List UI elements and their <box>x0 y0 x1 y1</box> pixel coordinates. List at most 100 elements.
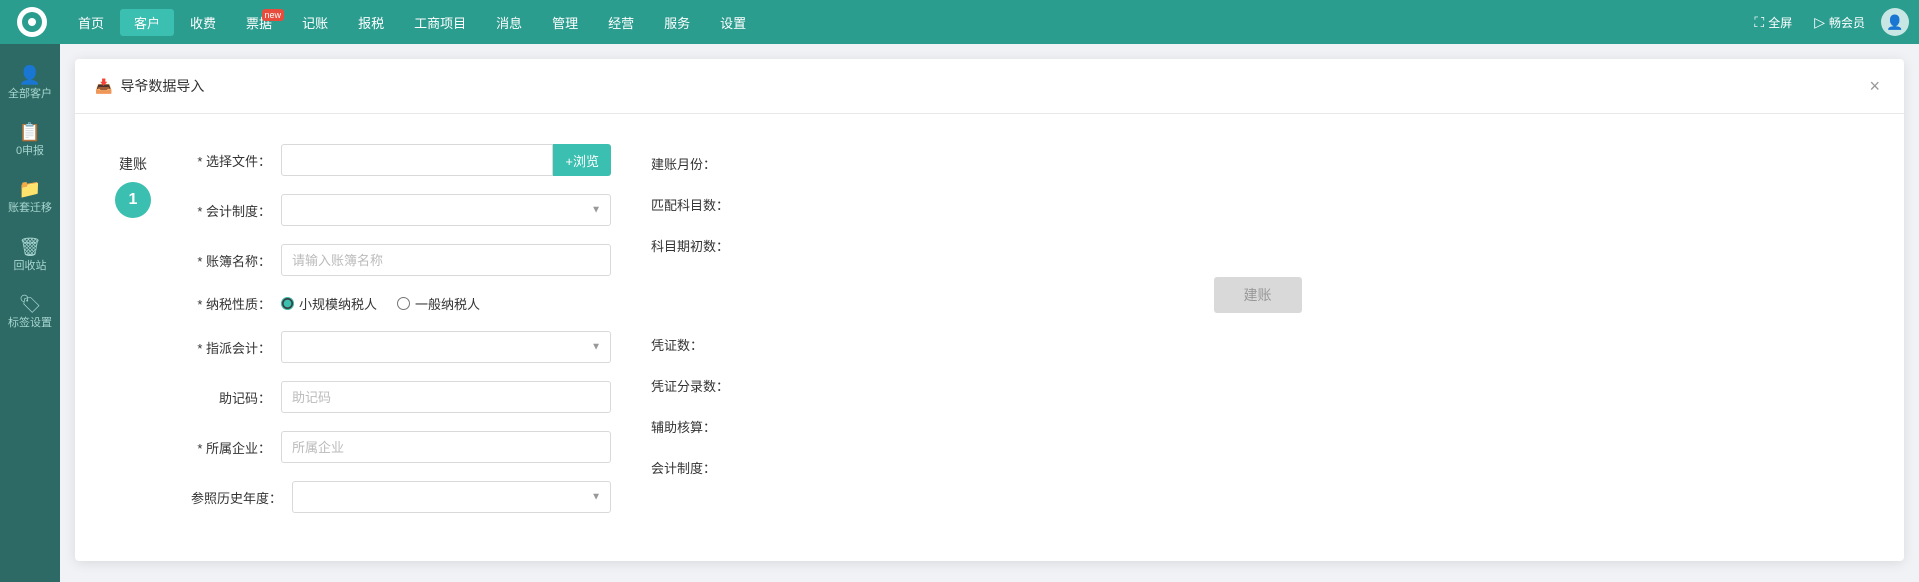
tax-nature-radio-group: 小规模纳税人 一般纳税人 <box>281 294 611 313</box>
step-circle: 1 <box>115 182 151 218</box>
ledger-name-row: * 账簿名称： <box>191 244 611 276</box>
step-label: 建账 <box>119 154 147 174</box>
memo-row: 助记码： <box>191 381 611 413</box>
recycle-bin-icon: 🗑 <box>19 238 42 256</box>
sidebar-label-all-clients: 全部客户 <box>8 88 52 101</box>
company-input[interactable] <box>281 431 611 463</box>
content-area: 📥 导爷数据导入 × 建账 1 * 选择文件： <box>60 44 1919 582</box>
accountant-row: * 指派会计： ▼ <box>191 331 611 363</box>
all-clients-icon: 👤 <box>19 66 41 84</box>
member-button[interactable]: ▷ 畅会员 <box>1808 10 1871 35</box>
info-accounting-system-row: 会计制度： <box>651 458 1864 477</box>
initial-subjects-label: 科目期初数： <box>651 236 741 255</box>
form-section: * 选择文件： +浏览 * 会计制度： ▼ <box>191 144 611 531</box>
account-migration-icon: 📁 <box>19 180 41 198</box>
nav-item-manage[interactable]: 管理 <box>538 9 592 36</box>
nav-item-home[interactable]: 首页 <box>64 9 118 36</box>
sidebar-item-account-migration[interactable]: 📁 账套迁移 <box>0 168 60 225</box>
tax-nature-label: * 纳税性质： <box>191 294 271 313</box>
build-month-label: 建账月份： <box>651 154 741 173</box>
nav-item-business[interactable]: 工商项目 <box>400 9 480 36</box>
history-year-label: 参照历史年度： <box>191 488 282 507</box>
dialog-close-button[interactable]: × <box>1865 73 1884 99</box>
history-year-row: 参照历史年度： ▼ <box>191 481 611 513</box>
file-label: * 选择文件： <box>191 151 271 170</box>
accountant-label: * 指派会计： <box>191 338 271 357</box>
ledger-name-input[interactable] <box>281 244 611 276</box>
sidebar-item-recycle-bin[interactable]: 🗑 回收站 <box>0 226 60 283</box>
accountant-select-wrapper: ▼ <box>281 331 611 363</box>
accounting-system-select-wrapper: ▼ <box>281 194 611 226</box>
company-label: * 所属企业： <box>191 438 271 457</box>
build-account-button[interactable]: 建账 <box>1214 277 1302 313</box>
general-taxpayer-label: 一般纳税人 <box>415 294 480 313</box>
nav-item-operation[interactable]: 经营 <box>594 9 648 36</box>
history-year-select-wrapper: ▼ <box>292 481 611 513</box>
accountant-select[interactable] <box>281 331 611 363</box>
voucher-row: 凭证数： <box>651 335 1864 354</box>
sidebar-item-zero-report[interactable]: 📋 0申报 <box>0 111 60 168</box>
sidebar-label-zero-report: 0申报 <box>16 145 44 158</box>
sidebar-item-all-clients[interactable]: 👤 全部客户 <box>0 54 60 111</box>
small-taxpayer-label: 小规模纳税人 <box>299 294 377 313</box>
sidebar-label-recycle-bin: 回收站 <box>14 260 47 273</box>
dialog-header: 📥 导爷数据导入 × <box>75 59 1904 114</box>
small-taxpayer-option[interactable]: 小规模纳税人 <box>281 294 377 313</box>
main-layout: 👤 全部客户 📋 0申报 📁 账套迁移 🗑 回收站 🏷 标签设置 📥 导爷数据 <box>0 44 1919 582</box>
initial-subjects-row: 科目期初数： <box>651 236 1864 255</box>
app-logo[interactable] <box>10 0 54 44</box>
import-dialog: 📥 导爷数据导入 × 建账 1 * 选择文件： <box>75 59 1904 561</box>
small-taxpayer-radio[interactable] <box>281 297 294 310</box>
user-avatar[interactable]: 👤 <box>1881 8 1909 36</box>
sidebar-item-tag-settings[interactable]: 🏷 标签设置 <box>0 283 60 340</box>
member-icon: ▷ <box>1814 14 1825 31</box>
company-row: * 所属企业： <box>191 431 611 463</box>
file-input[interactable] <box>281 144 553 176</box>
voucher-label: 凭证数： <box>651 335 741 354</box>
info-accounting-system-label: 会计制度： <box>651 458 741 477</box>
nav-item-message[interactable]: 消息 <box>482 9 536 36</box>
nav-right-area: ⛶ 全屏 ▷ 畅会员 👤 <box>1748 8 1909 36</box>
match-subjects-row: 匹配科目数： <box>651 195 1864 214</box>
general-taxpayer-radio[interactable] <box>397 297 410 310</box>
zero-report-icon: 📋 <box>19 123 41 141</box>
ledger-name-label: * 账簿名称： <box>191 251 271 270</box>
info-section: 建账月份： 匹配科目数： 科目期初数： 建账 <box>651 144 1864 531</box>
memo-label: 助记码： <box>191 388 271 407</box>
tag-settings-icon: 🏷 <box>19 295 42 313</box>
top-navigation: 首页 客户 收费 票据 new 记账 报税 工商项目 消息 管理 经营 服务 设… <box>0 0 1919 44</box>
match-subjects-label: 匹配科目数： <box>651 195 741 214</box>
tax-nature-row: * 纳税性质： 小规模纳税人 一般纳税人 <box>191 294 611 313</box>
nav-item-invoice[interactable]: 票据 new <box>232 9 286 36</box>
accounting-system-label: * 会计制度： <box>191 201 271 220</box>
nav-item-tax[interactable]: 报税 <box>344 9 398 36</box>
nav-item-fee[interactable]: 收费 <box>176 9 230 36</box>
nav-item-client[interactable]: 客户 <box>120 9 174 36</box>
accounting-system-row: * 会计制度： ▼ <box>191 194 611 226</box>
import-icon: 📥 <box>95 78 112 95</box>
history-year-select[interactable] <box>292 481 611 513</box>
fullscreen-icon: ⛶ <box>1754 14 1764 31</box>
file-input-group: +浏览 <box>281 144 611 176</box>
nav-item-bookkeeping[interactable]: 记账 <box>288 9 342 36</box>
avatar-icon: 👤 <box>1886 14 1903 31</box>
voucher-entries-label: 凭证分录数： <box>651 376 741 395</box>
auxiliary-label: 辅助核算： <box>651 417 741 436</box>
dialog-body: 建账 1 * 选择文件： +浏览 <box>75 114 1904 561</box>
browse-button[interactable]: +浏览 <box>553 144 611 176</box>
sidebar-label-tag-settings: 标签设置 <box>8 317 52 330</box>
build-btn-wrapper: 建账 <box>651 277 1864 313</box>
auxiliary-row: 辅助核算： <box>651 417 1864 436</box>
sidebar-label-account-migration: 账套迁移 <box>8 202 52 215</box>
general-taxpayer-option[interactable]: 一般纳税人 <box>397 294 480 313</box>
fullscreen-button[interactable]: ⛶ 全屏 <box>1748 10 1798 35</box>
nav-menu: 首页 客户 收费 票据 new 记账 报税 工商项目 消息 管理 经营 服务 设… <box>64 9 1748 36</box>
nav-item-service[interactable]: 服务 <box>650 9 704 36</box>
step-indicator: 建账 1 <box>115 144 151 531</box>
file-row: * 选择文件： +浏览 <box>191 144 611 176</box>
dialog-title: 📥 导爷数据导入 <box>95 76 204 96</box>
voucher-entries-row: 凭证分录数： <box>651 376 1864 395</box>
accounting-system-select[interactable] <box>281 194 611 226</box>
nav-item-settings[interactable]: 设置 <box>706 9 760 36</box>
memo-input[interactable] <box>281 381 611 413</box>
